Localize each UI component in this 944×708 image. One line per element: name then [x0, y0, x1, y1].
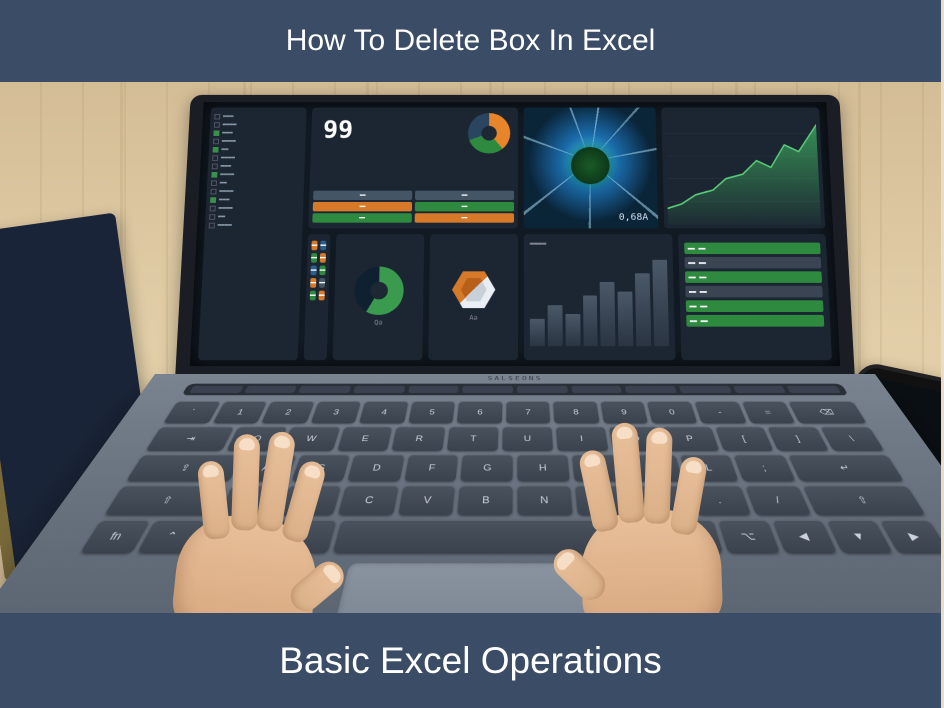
- key-row-4: ⇧ ZX CV BN M, ./ ⇧: [104, 485, 925, 515]
- hinge-label: SALSEONS: [487, 375, 542, 381]
- dashboard: ▬▬▬ ▬▬▬▬ ▬▬▬ ▬▬▬▬ ▬▬ ▬▬▬▬ ▬▬▬ ▬▬▬▬ ▬▬ ▬▬…: [190, 102, 841, 366]
- data-table: ▬▬ ▬▬ ▬▬ ▬▬ ▬▬ ▬▬ ▬▬ ▬▬ ▬▬ ▬▬ ▬▬ ▬▬: [678, 234, 832, 360]
- dashboard-sidebar: ▬▬▬ ▬▬▬▬ ▬▬▬ ▬▬▬▬ ▬▬ ▬▬▬▬ ▬▬▬ ▬▬▬▬ ▬▬ ▬▬…: [198, 108, 307, 361]
- bottom-banner: Basic Excel Operations: [0, 613, 941, 708]
- hex-icon: [452, 271, 496, 308]
- key-row-1: `1 23 45 67 89 0- =⌫: [163, 401, 866, 423]
- bottom-banner-title: Basic Excel Operations: [279, 640, 662, 682]
- bar-chart-icon: [530, 255, 669, 347]
- kpi-sub-value: 0,68A: [619, 212, 649, 222]
- laptop-keyboard-deck: SALSEONS `1 23 45 67 89 0- =⌫ ⇥ QW ER TU…: [0, 374, 941, 613]
- hero-scene: ▬▬▬ ▬▬▬▬ ▬▬▬ ▬▬▬▬ ▬▬ ▬▬▬▬ ▬▬▬ ▬▬▬▬ ▬▬ ▬▬…: [0, 82, 941, 613]
- kpi-panel: 99 ▬▬▬▬ ▬▬▬▬ ▬▬▬▬: [308, 108, 518, 229]
- burst-visual: 0,68A: [524, 108, 658, 229]
- key-row-5: fn⌃⌥⌘ ⌘⌥◀▼▶: [80, 520, 941, 553]
- touch-bar: [181, 384, 848, 396]
- area-chart: [661, 108, 825, 229]
- key-row-2: ⇥ QW ER TU IO P[ ]\: [146, 427, 885, 451]
- trackpad: [330, 563, 700, 613]
- tag-panel: ▬▬▬▬ ▬▬▬▬ ▬▬▬▬ ▬▬▬▬ ▬▬▬▬ Qə Aə: [304, 234, 518, 360]
- key-row-3: ⇪ AS DF GH JK L; ↵: [126, 455, 904, 482]
- top-banner-title: How To Delete Box In Excel: [286, 24, 656, 58]
- donut-chart-icon: [354, 267, 404, 315]
- pie-chart-icon: [468, 113, 510, 153]
- top-banner: How To Delete Box In Excel: [0, 0, 941, 82]
- laptop-screen: ▬▬▬ ▬▬▬▬ ▬▬▬ ▬▬▬▬ ▬▬ ▬▬▬▬ ▬▬▬ ▬▬▬▬ ▬▬ ▬▬…: [175, 95, 855, 380]
- laptop: ▬▬▬ ▬▬▬▬ ▬▬▬ ▬▬▬▬ ▬▬ ▬▬▬▬ ▬▬▬ ▬▬▬▬ ▬▬ ▬▬…: [155, 82, 875, 613]
- bar-table-panel: ▬▬▬▬ ▬▬ ▬▬ ▬▬ ▬▬ ▬▬ ▬▬ ▬▬ ▬▬ ▬▬ ▬▬ ▬▬ ▬▬: [524, 234, 832, 360]
